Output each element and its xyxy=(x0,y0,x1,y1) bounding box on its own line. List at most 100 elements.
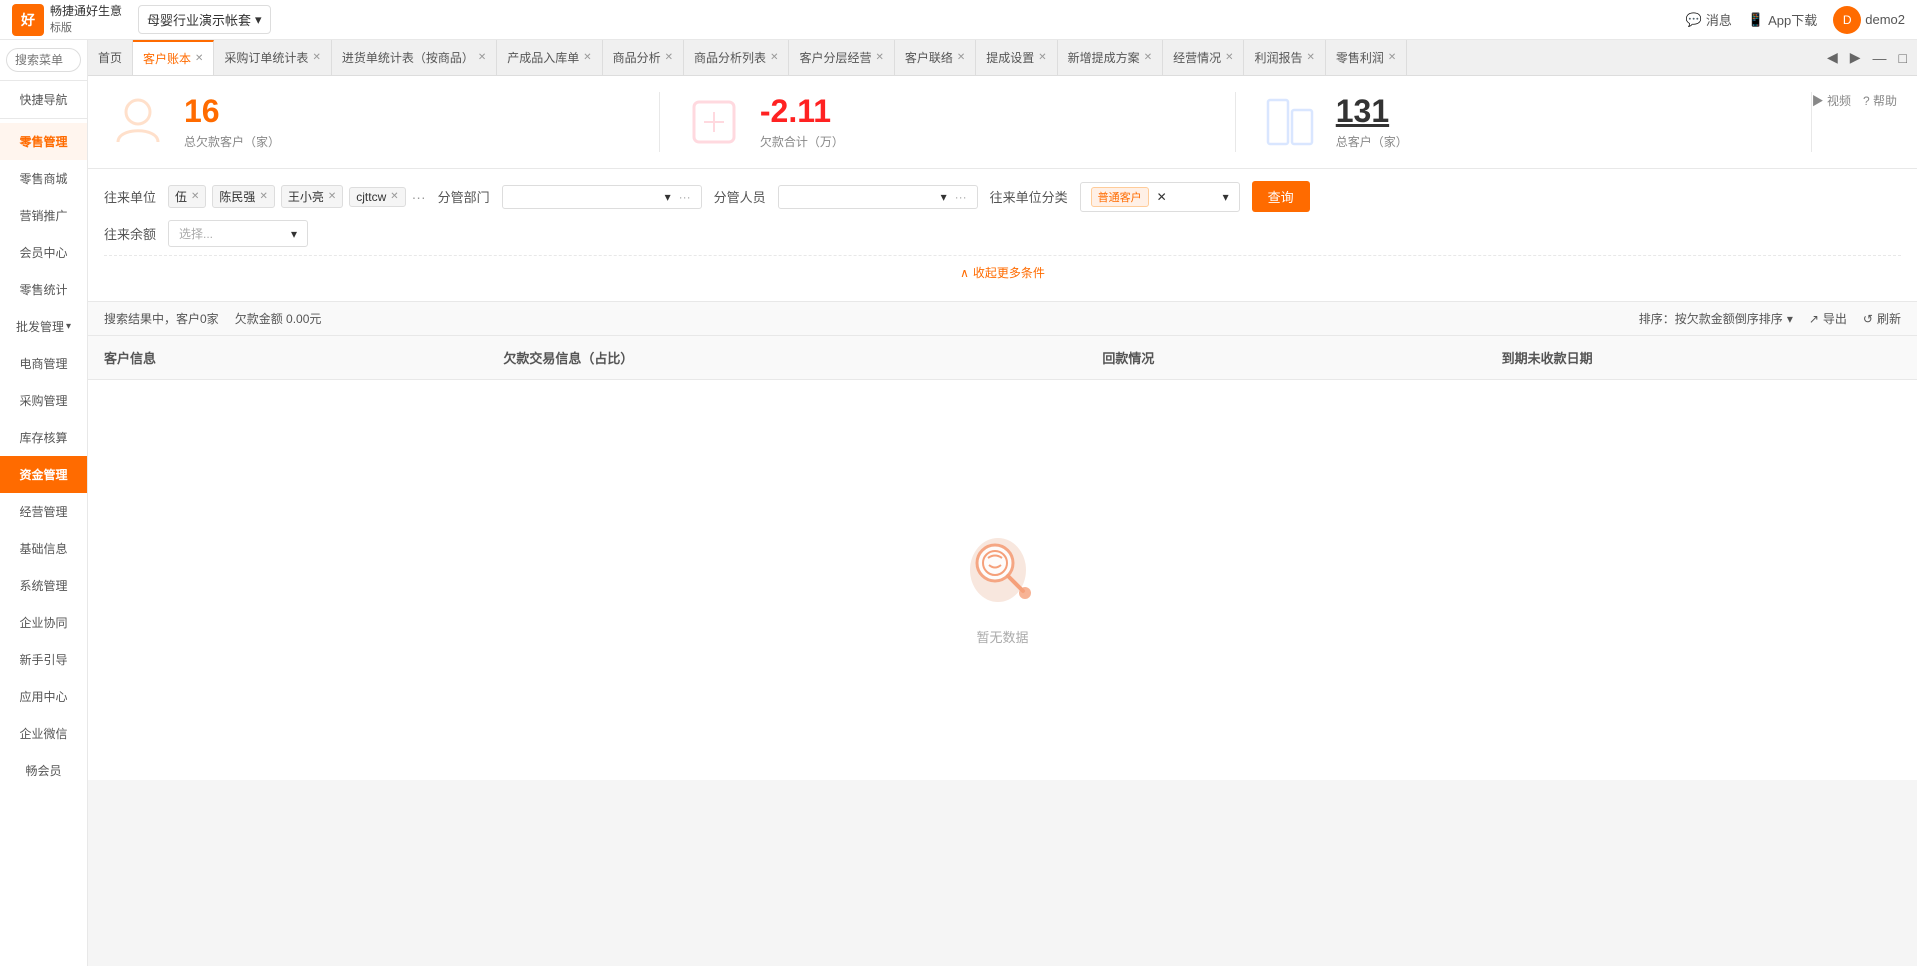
collapse-button[interactable]: ∧ 收起更多条件 xyxy=(948,260,1057,285)
sidebar-arrow-icon: ▾ xyxy=(66,321,71,332)
help-action[interactable]: ? 帮助 xyxy=(1863,92,1897,109)
tab-maximize-btn[interactable]: □ xyxy=(1895,48,1911,68)
tag-close-icon[interactable]: ✕ xyxy=(328,191,336,202)
tab-close-icon[interactable]: ✕ xyxy=(770,52,778,63)
tab-close-icon[interactable]: ✕ xyxy=(195,53,203,64)
dept-select[interactable]: ▾ ··· xyxy=(502,185,702,209)
tab-prev-btn[interactable]: ◀ xyxy=(1823,47,1842,68)
query-button[interactable]: 查询 xyxy=(1252,181,1310,212)
app-download-action[interactable]: 📱 App下载 xyxy=(1748,10,1817,29)
tab-close-icon[interactable]: ✕ xyxy=(312,52,320,63)
stat-card-customers: 16 总欠款客户（家） xyxy=(108,92,660,152)
tab-purchase-stats-product[interactable]: 进货单统计表（按商品） ✕ xyxy=(332,40,497,75)
tag-close-icon[interactable]: ✕ xyxy=(191,191,199,202)
tab-close-icon[interactable]: ✕ xyxy=(665,52,673,63)
tab-close-icon[interactable]: ✕ xyxy=(1307,52,1315,63)
message-action[interactable]: 💬 消息 xyxy=(1686,10,1732,29)
sidebar-item-retail-management[interactable]: 零售管理 xyxy=(0,123,87,160)
tab-controls: ◀ ▶ — □ xyxy=(1817,40,1917,75)
tab-close-icon[interactable]: ✕ xyxy=(1144,52,1152,63)
tab-business-status[interactable]: 经营情况 ✕ xyxy=(1163,40,1244,75)
company-tags: 伍 ✕ 陈民强 ✕ 王小亮 ✕ cjttcw ✕ ··· xyxy=(168,185,426,208)
tab-close-icon[interactable]: ✕ xyxy=(478,52,486,63)
tab-production-stock[interactable]: 产成品入库单 ✕ xyxy=(497,40,602,75)
video-action[interactable]: ▶ 视频 xyxy=(1812,92,1851,109)
filters-area: 往来单位 伍 ✕ 陈民强 ✕ 王小亮 ✕ cjttcw ✕ ··· xyxy=(88,169,1917,302)
stat-value-total: 131 xyxy=(1336,95,1408,127)
sidebar-quick-nav-item[interactable]: 快捷导航 xyxy=(4,85,84,114)
person-select[interactable]: ▾ ··· xyxy=(778,185,978,209)
category-select[interactable]: 普通客户 ✕ ▾ xyxy=(1080,182,1240,212)
user-name: demo2 xyxy=(1865,12,1905,27)
tab-purchase-order-stats[interactable]: 采购订单统计表 ✕ xyxy=(214,40,331,75)
tab-new-promo[interactable]: 新增提成方案 ✕ xyxy=(1058,40,1163,75)
stat-icon-total xyxy=(1260,92,1320,152)
balance-select[interactable]: 选择... ▾ xyxy=(168,220,308,247)
tab-close-icon[interactable]: ✕ xyxy=(957,52,965,63)
tab-customer-segment[interactable]: 客户分层经营 ✕ xyxy=(789,40,894,75)
dept-filter-label: 分管部门 xyxy=(438,187,490,206)
tab-promo-settings[interactable]: 提成设置 ✕ xyxy=(976,40,1057,75)
tab-close-icon[interactable]: ✕ xyxy=(1038,52,1046,63)
sidebar-quick-nav: 快捷导航 xyxy=(0,81,87,119)
sidebar-item-new-user-guide[interactable]: 新手引导 xyxy=(0,641,87,678)
user-profile[interactable]: D demo2 xyxy=(1833,6,1905,34)
sidebar-item-basic-info[interactable]: 基础信息 xyxy=(0,530,87,567)
tab-product-analysis[interactable]: 商品分析 ✕ xyxy=(603,40,684,75)
tab-close-icon[interactable]: ✕ xyxy=(583,52,591,63)
collapse-label: 收起更多条件 xyxy=(973,264,1045,281)
sidebar-item-app-center[interactable]: 应用中心 xyxy=(0,678,87,715)
app-label: App下载 xyxy=(1768,10,1817,29)
sidebar-item-ecommerce[interactable]: 电商管理 xyxy=(0,345,87,382)
company-tag-4: cjttcw ✕ xyxy=(349,187,405,207)
balance-filter-label: 往来余额 xyxy=(104,224,156,243)
sidebar-item-retail-mall[interactable]: 零售商城 xyxy=(0,160,87,197)
tab-home[interactable]: 首页 xyxy=(88,40,133,75)
main-content: 16 总欠款客户（家） -2.11 欠款合计（万） xyxy=(88,76,1917,966)
sidebar-item-enterprise-wechat[interactable]: 企业微信 xyxy=(0,715,87,752)
col-debt-info: 欠款交易信息（占比） xyxy=(503,348,1102,367)
sidebar-item-vip[interactable]: 畅会员 xyxy=(0,752,87,789)
more-tags-icon[interactable]: ··· xyxy=(412,189,426,205)
tab-customer-contact[interactable]: 客户联络 ✕ xyxy=(895,40,976,75)
sidebar-item-enterprise-collab[interactable]: 企业协同 xyxy=(0,604,87,641)
tab-next-btn[interactable]: ▶ xyxy=(1846,47,1865,68)
export-action[interactable]: ↗ 导出 xyxy=(1809,310,1847,327)
sidebar-item-wholesale[interactable]: 批发管理 ▾ xyxy=(0,308,87,345)
tab-close-icon[interactable]: ✕ xyxy=(1388,52,1396,63)
tab-customer-account[interactable]: 客户账本 ✕ xyxy=(133,40,214,75)
sidebar-item-system[interactable]: 系统管理 xyxy=(0,567,87,604)
tab-profit-report[interactable]: 利润报告 ✕ xyxy=(1244,40,1325,75)
sidebar-item-label: 零售统计 xyxy=(19,281,67,298)
sidebar-item-purchase[interactable]: 采购管理 xyxy=(0,382,87,419)
search-result-text: 搜索结果中，客户0家 xyxy=(104,310,219,327)
sidebar-item-retail-stats[interactable]: 零售统计 xyxy=(0,271,87,308)
sidebar-item-label: 采购管理 xyxy=(19,392,67,409)
stat-label-debt: 欠款合计（万） xyxy=(760,133,844,150)
sidebar-item-label: 企业微信 xyxy=(19,725,67,742)
tab-retail-profit[interactable]: 零售利润 ✕ xyxy=(1326,40,1407,75)
sidebar-item-inventory[interactable]: 库存核算 xyxy=(0,419,87,456)
sidebar-item-finance[interactable]: 资金管理 xyxy=(0,456,87,493)
sort-selector[interactable]: 排序：按欠款金额倒序排序 ▾ xyxy=(1639,310,1793,327)
tab-close-icon[interactable]: ✕ xyxy=(1225,52,1233,63)
tab-product-analysis-list[interactable]: 商品分析列表 ✕ xyxy=(684,40,789,75)
tab-label: 新增提成方案 xyxy=(1068,49,1140,66)
tag-close-icon[interactable]: ✕ xyxy=(390,191,398,202)
tab-minimize-btn[interactable]: — xyxy=(1869,48,1891,68)
org-selector[interactable]: 母婴行业演示帐套 ▾ xyxy=(138,5,271,34)
refresh-action[interactable]: ↺ 刷新 xyxy=(1863,310,1901,327)
category-tag-close[interactable]: ✕ xyxy=(1157,190,1167,204)
col-customer-info: 客户信息 xyxy=(104,348,503,367)
sidebar-item-membership[interactable]: 会员中心 xyxy=(0,234,87,271)
tab-label: 商品分析 xyxy=(613,49,661,66)
sidebar-item-marketing[interactable]: 营销推广 xyxy=(0,197,87,234)
search-input[interactable] xyxy=(6,48,81,72)
tag-close-icon[interactable]: ✕ xyxy=(259,191,267,202)
sidebar-item-label: 零售商城 xyxy=(19,170,67,187)
tab-close-icon[interactable]: ✕ xyxy=(875,52,883,63)
category-dropdown-icon: ▾ xyxy=(1223,190,1229,204)
export-icon: ↗ xyxy=(1809,312,1819,326)
sidebar-item-label: 应用中心 xyxy=(19,688,67,705)
sidebar-item-operations[interactable]: 经营管理 xyxy=(0,493,87,530)
